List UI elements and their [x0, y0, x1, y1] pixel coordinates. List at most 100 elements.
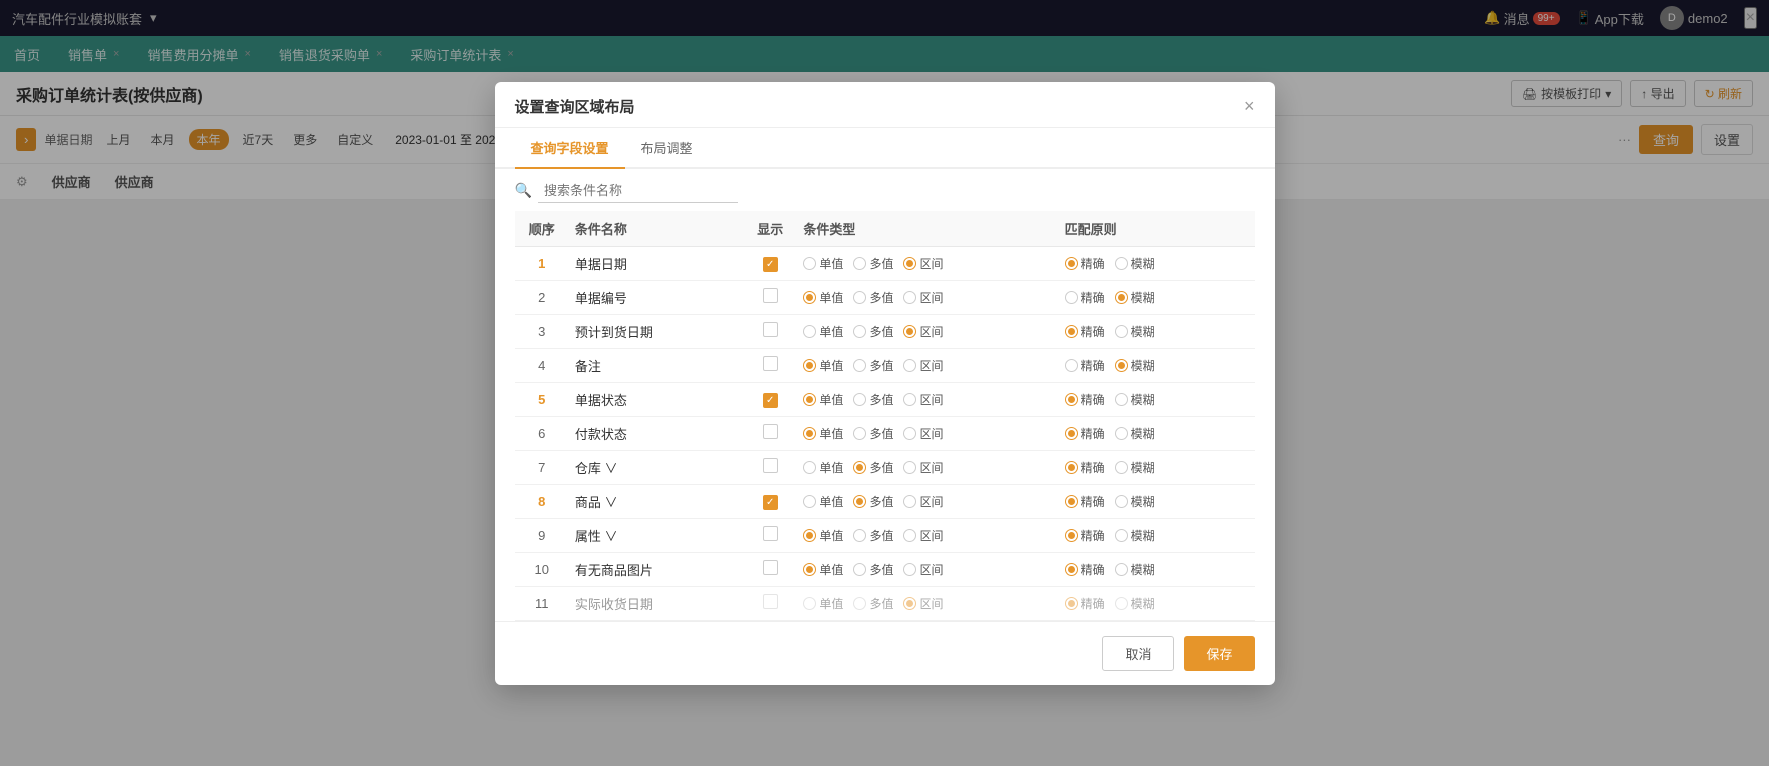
row-checkbox-9[interactable]: [743, 552, 797, 586]
match-radio-fuzzy-7[interactable]: 模糊: [1115, 493, 1155, 510]
match-radio-fuzzy-4[interactable]: 模糊: [1115, 391, 1155, 408]
match-radio-fuzzy-3[interactable]: 模糊: [1115, 357, 1155, 374]
tab-layout-adjustment[interactable]: 布局调整: [625, 128, 709, 169]
checkbox-1[interactable]: [763, 288, 778, 303]
type-radio-single-4[interactable]: 单值: [803, 391, 843, 408]
row-checkbox-3[interactable]: [743, 348, 797, 382]
radio-label-multi-8: 多值: [869, 527, 893, 544]
radio-label-single-6: 单值: [819, 459, 843, 476]
match-radio-exact-6[interactable]: 精确: [1065, 459, 1105, 476]
dialog-close-button[interactable]: ×: [1244, 96, 1255, 117]
match-radio-exact-0[interactable]: 精确: [1065, 255, 1105, 272]
row-checkbox-6[interactable]: [743, 450, 797, 484]
match-radio-fuzzy-5[interactable]: 模糊: [1115, 425, 1155, 442]
checkbox-4[interactable]: [763, 393, 778, 408]
type-radio-range-3[interactable]: 区间: [903, 357, 943, 374]
radio-label-single-1: 单值: [819, 289, 843, 306]
match-radio-fuzzy-6[interactable]: 模糊: [1115, 459, 1155, 476]
checkbox-2[interactable]: [763, 322, 778, 337]
type-radio-range-1[interactable]: 区间: [903, 289, 943, 306]
match-circle-exact-0: [1065, 257, 1078, 270]
type-radio-multi-7[interactable]: 多值: [853, 493, 893, 510]
save-button[interactable]: 保存: [1184, 636, 1254, 671]
type-radio-multi-9[interactable]: 多值: [853, 561, 893, 578]
dialog-table-container: 顺序 条件名称 显示 条件类型 匹配原则 1单据日期单值多值区间精确模糊2单据编…: [495, 211, 1275, 621]
row-type-5: 单值多值区间: [797, 416, 1058, 450]
type-radio-range-4[interactable]: 区间: [903, 391, 943, 408]
type-radio-range-7[interactable]: 区间: [903, 493, 943, 510]
type-radio-multi-6[interactable]: 多值: [853, 459, 893, 476]
match-radio-fuzzy-2[interactable]: 模糊: [1115, 323, 1155, 340]
match-radio-exact-1[interactable]: 精确: [1065, 289, 1105, 306]
type-radio-multi-4[interactable]: 多值: [853, 391, 893, 408]
type-radio-multi-8[interactable]: 多值: [853, 527, 893, 544]
row-type-1: 单值多值区间: [797, 280, 1058, 314]
type-radio-single-3[interactable]: 单值: [803, 357, 843, 374]
match-radio-exact-4[interactable]: 精确: [1065, 391, 1105, 408]
match-radio-exact-7[interactable]: 精确: [1065, 493, 1105, 510]
checkbox-6[interactable]: [763, 458, 778, 473]
type-radio-single-9[interactable]: 单值: [803, 561, 843, 578]
type-radio-range-6[interactable]: 区间: [903, 459, 943, 476]
row-checkbox-5[interactable]: [743, 416, 797, 450]
match-label-exact-9: 精确: [1081, 561, 1105, 578]
row-checkbox-8[interactable]: [743, 518, 797, 552]
radio-circle-multi-0: [853, 257, 866, 270]
checkbox-8[interactable]: [763, 526, 778, 541]
type-radio-multi-3[interactable]: 多值: [853, 357, 893, 374]
search-input[interactable]: [538, 179, 738, 203]
row-checkbox-7[interactable]: [743, 484, 797, 518]
match-radio-exact-9[interactable]: 精确: [1065, 561, 1105, 578]
type-radio-single-10[interactable]: 单值: [803, 595, 843, 612]
radio-circle-range-7: [903, 495, 916, 508]
radio-circle-multi-3: [853, 359, 866, 372]
match-radio-fuzzy-9[interactable]: 模糊: [1115, 561, 1155, 578]
row-checkbox-4[interactable]: [743, 382, 797, 416]
type-radio-multi-1[interactable]: 多值: [853, 289, 893, 306]
type-radio-multi-10[interactable]: 多值: [853, 595, 893, 612]
match-label-fuzzy-5: 模糊: [1131, 425, 1155, 442]
radio-label-range-0: 区间: [919, 255, 943, 272]
row-checkbox-2[interactable]: [743, 314, 797, 348]
checkbox-0[interactable]: [763, 257, 778, 272]
row-checkbox-10[interactable]: [743, 586, 797, 620]
type-radio-multi-0[interactable]: 多值: [853, 255, 893, 272]
checkbox-5[interactable]: [763, 424, 778, 439]
radio-label-multi-10: 多值: [869, 595, 893, 612]
type-radio-single-2[interactable]: 单值: [803, 323, 843, 340]
checkbox-7[interactable]: [763, 495, 778, 510]
type-radio-single-7[interactable]: 单值: [803, 493, 843, 510]
match-radio-exact-10[interactable]: 精确: [1065, 595, 1105, 612]
match-radio-fuzzy-0[interactable]: 模糊: [1115, 255, 1155, 272]
match-radio-fuzzy-8[interactable]: 模糊: [1115, 527, 1155, 544]
type-radio-range-5[interactable]: 区间: [903, 425, 943, 442]
type-radio-single-8[interactable]: 单值: [803, 527, 843, 544]
type-radio-range-0[interactable]: 区间: [903, 255, 943, 272]
match-radio-exact-5[interactable]: 精确: [1065, 425, 1105, 442]
match-circle-fuzzy-0: [1115, 257, 1128, 270]
type-radio-single-5[interactable]: 单值: [803, 425, 843, 442]
type-radio-multi-5[interactable]: 多值: [853, 425, 893, 442]
type-radio-range-2[interactable]: 区间: [903, 323, 943, 340]
match-radio-fuzzy-10[interactable]: 模糊: [1115, 595, 1155, 612]
type-radio-single-6[interactable]: 单值: [803, 459, 843, 476]
match-radio-exact-8[interactable]: 精确: [1065, 527, 1105, 544]
type-radio-multi-2[interactable]: 多值: [853, 323, 893, 340]
row-type-9: 单值多值区间: [797, 552, 1058, 586]
checkbox-3[interactable]: [763, 356, 778, 371]
match-radio-exact-3[interactable]: 精确: [1065, 357, 1105, 374]
type-radio-range-10[interactable]: 区间: [903, 595, 943, 612]
row-checkbox-1[interactable]: [743, 280, 797, 314]
type-radio-single-1[interactable]: 单值: [803, 289, 843, 306]
match-radio-fuzzy-1[interactable]: 模糊: [1115, 289, 1155, 306]
type-radio-range-9[interactable]: 区间: [903, 561, 943, 578]
checkbox-10[interactable]: [763, 594, 778, 609]
checkbox-9[interactable]: [763, 560, 778, 575]
cancel-button[interactable]: 取消: [1102, 636, 1174, 671]
match-label-exact-2: 精确: [1081, 323, 1105, 340]
tab-query-field-settings[interactable]: 查询字段设置: [515, 128, 625, 169]
type-radio-range-8[interactable]: 区间: [903, 527, 943, 544]
match-radio-exact-2[interactable]: 精确: [1065, 323, 1105, 340]
type-radio-single-0[interactable]: 单值: [803, 255, 843, 272]
row-checkbox-0[interactable]: [743, 246, 797, 280]
